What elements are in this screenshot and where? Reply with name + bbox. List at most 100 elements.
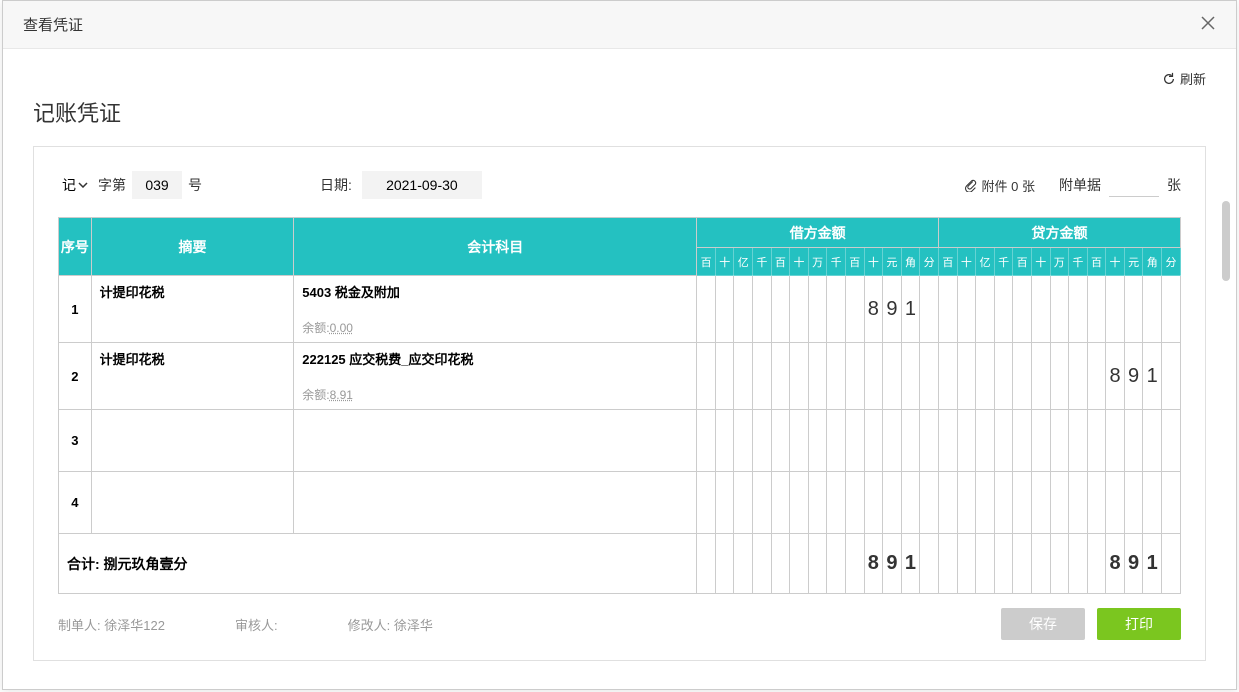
voucher-type-select[interactable]: 记 [58, 173, 92, 197]
amount-digit[interactable] [994, 410, 1013, 472]
amount-digit[interactable] [976, 472, 995, 534]
amount-digit[interactable] [864, 472, 883, 534]
amount-digit[interactable] [920, 410, 939, 472]
amount-digit[interactable] [827, 472, 846, 534]
amount-digit[interactable] [771, 410, 790, 472]
amount-digit[interactable] [901, 410, 920, 472]
amount-digit[interactable] [1161, 534, 1180, 594]
amount-digit[interactable] [976, 410, 995, 472]
amount-digit[interactable] [771, 276, 790, 343]
row-summary[interactable]: 计提印花税 [91, 276, 294, 343]
row-account[interactable] [294, 472, 697, 534]
amount-digit[interactable] [1050, 472, 1069, 534]
amount-digit[interactable] [734, 472, 753, 534]
amount-digit[interactable] [901, 472, 920, 534]
row-summary[interactable] [91, 410, 294, 472]
amount-digit[interactable] [939, 276, 958, 343]
amount-digit[interactable] [1069, 276, 1088, 343]
amount-digit[interactable] [715, 472, 734, 534]
amount-digit[interactable] [1031, 534, 1050, 594]
amount-digit[interactable] [1106, 410, 1125, 472]
amount-digit[interactable] [957, 276, 976, 343]
amount-digit[interactable] [1013, 472, 1032, 534]
attachment-link[interactable]: 附件 0 张 [964, 176, 1035, 195]
amount-digit[interactable] [845, 276, 864, 343]
amount-digit[interactable] [1013, 410, 1032, 472]
amount-digit[interactable] [957, 343, 976, 410]
amount-digit[interactable] [790, 410, 809, 472]
amount-digit[interactable] [1013, 276, 1032, 343]
voucher-number-input[interactable] [132, 171, 182, 199]
amount-digit[interactable] [753, 343, 772, 410]
amount-digit[interactable] [697, 472, 716, 534]
amount-digit[interactable] [697, 410, 716, 472]
amount-digit[interactable]: 1 [1143, 534, 1162, 594]
amount-digit[interactable] [1161, 410, 1180, 472]
amount-digit[interactable] [939, 472, 958, 534]
amount-digit[interactable] [771, 343, 790, 410]
amount-digit[interactable] [1050, 410, 1069, 472]
amount-digit[interactable] [697, 343, 716, 410]
amount-digit[interactable] [1050, 534, 1069, 594]
amount-digit[interactable] [1087, 534, 1106, 594]
amount-digit[interactable] [845, 472, 864, 534]
amount-digit[interactable] [715, 276, 734, 343]
amount-digit[interactable] [939, 534, 958, 594]
amount-digit[interactable] [1161, 276, 1180, 343]
amount-digit[interactable] [1106, 472, 1125, 534]
amount-digit[interactable] [1124, 410, 1143, 472]
amount-digit[interactable] [920, 472, 939, 534]
amount-digit[interactable] [920, 276, 939, 343]
amount-digit[interactable]: 8 [1106, 534, 1125, 594]
amount-digit[interactable] [1069, 343, 1088, 410]
close-button[interactable] [1200, 15, 1216, 35]
amount-digit[interactable] [1143, 472, 1162, 534]
amount-digit[interactable] [808, 534, 827, 594]
scrollbar-thumb[interactable] [1222, 201, 1230, 281]
amount-digit[interactable] [994, 472, 1013, 534]
amount-digit[interactable] [994, 276, 1013, 343]
amount-digit[interactable] [715, 343, 734, 410]
attach-doc-input[interactable] [1109, 173, 1159, 197]
amount-digit[interactable] [883, 472, 902, 534]
row-account[interactable]: 222125 应交税费_应交印花税余额:8.91 [294, 343, 697, 410]
amount-digit[interactable] [1161, 472, 1180, 534]
amount-digit[interactable] [827, 534, 846, 594]
amount-digit[interactable] [1087, 343, 1106, 410]
amount-digit[interactable] [827, 276, 846, 343]
amount-digit[interactable] [790, 276, 809, 343]
amount-digit[interactable]: 1 [901, 534, 920, 594]
amount-digit[interactable] [994, 343, 1013, 410]
amount-digit[interactable] [734, 410, 753, 472]
amount-digit[interactable] [1106, 276, 1125, 343]
amount-digit[interactable] [1143, 410, 1162, 472]
amount-digit[interactable] [734, 534, 753, 594]
amount-digit[interactable] [808, 472, 827, 534]
amount-digit[interactable] [864, 343, 883, 410]
amount-digit[interactable] [883, 410, 902, 472]
amount-digit[interactable] [697, 534, 716, 594]
amount-digit[interactable] [1050, 276, 1069, 343]
amount-digit[interactable] [715, 534, 734, 594]
amount-digit[interactable] [753, 410, 772, 472]
amount-digit[interactable]: 8 [864, 276, 883, 343]
amount-digit[interactable]: 9 [883, 276, 902, 343]
amount-digit[interactable]: 1 [901, 276, 920, 343]
amount-digit[interactable] [957, 410, 976, 472]
amount-digit[interactable]: 9 [1124, 534, 1143, 594]
amount-digit[interactable] [808, 343, 827, 410]
amount-digit[interactable] [771, 534, 790, 594]
amount-digit[interactable] [976, 343, 995, 410]
amount-digit[interactable] [976, 534, 995, 594]
amount-digit[interactable] [753, 472, 772, 534]
amount-digit[interactable] [920, 343, 939, 410]
amount-digit[interactable] [957, 534, 976, 594]
amount-digit[interactable] [1161, 343, 1180, 410]
amount-digit[interactable] [771, 472, 790, 534]
amount-digit[interactable] [1031, 410, 1050, 472]
date-input[interactable] [362, 171, 482, 199]
amount-digit[interactable] [827, 410, 846, 472]
amount-digit[interactable]: 9 [883, 534, 902, 594]
amount-digit[interactable] [845, 410, 864, 472]
amount-digit[interactable] [734, 343, 753, 410]
